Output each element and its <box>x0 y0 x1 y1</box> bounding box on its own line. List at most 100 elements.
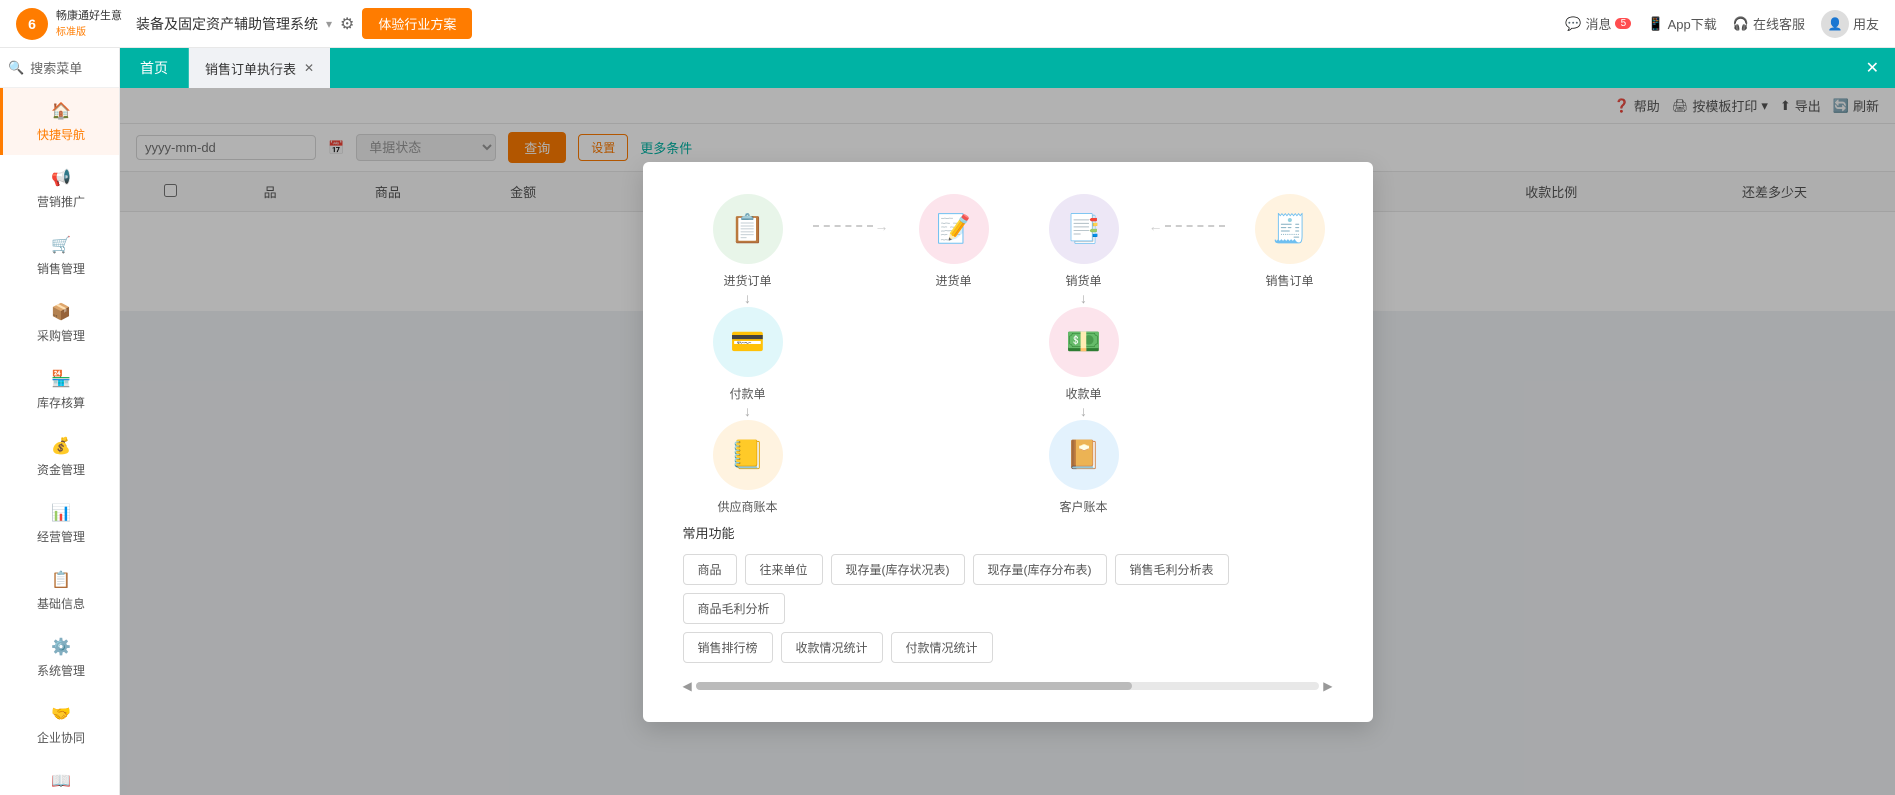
sidebar-item-newbie[interactable]: 📖 新手引导 <box>0 758 119 795</box>
sidebar-label-basic-info: 基础信息 <box>37 595 85 612</box>
payment-circle: 💳 <box>713 307 783 377</box>
flow-node-receipt[interactable]: 💵 收款单 <box>1019 307 1149 402</box>
message-label: 消息 <box>1585 14 1611 33</box>
sidebar-item-quick-nav[interactable]: 🏠 快捷导航 <box>0 88 119 155</box>
supplier-circle: 📒 <box>713 420 783 490</box>
sidebar-item-inventory[interactable]: 🏪 库存核算 <box>0 356 119 423</box>
func-btn-contacts[interactable]: 往来单位 <box>745 554 823 585</box>
sidebar-item-basic-info[interactable]: 📋 基础信息 <box>0 557 119 624</box>
sidebar-item-operations[interactable]: 📊 经营管理 <box>0 490 119 557</box>
user-item[interactable]: 👤 用友 <box>1821 10 1879 38</box>
arrow-down-supplier: ↓ <box>744 402 751 420</box>
func-btn-receipt-stats[interactable]: 收款情况统计 <box>781 632 883 663</box>
sidebar-label-enterprise: 企业协同 <box>37 729 85 746</box>
scroll-left-arrow[interactable]: ◀ <box>683 679 692 693</box>
sidebar: 🔍 搜索菜单 🏠 快捷导航 📢 营销推广 🛒 销售管理 📦 采购管理 🏪 库存核… <box>0 48 120 795</box>
app-label: App下载 <box>1668 14 1717 33</box>
sales-order-circle: 🧾 <box>1255 194 1325 264</box>
operations-icon: 📊 <box>50 502 72 524</box>
modal-scrollbar: ◀ ▶ <box>683 679 1333 693</box>
func-btn-stock-status[interactable]: 现存量(库存状况表) <box>831 554 965 585</box>
sidebar-search[interactable]: 🔍 搜索菜单 <box>0 48 119 88</box>
main-layout: 🔍 搜索菜单 🏠 快捷导航 📢 营销推广 🛒 销售管理 📦 采购管理 🏪 库存核… <box>0 48 1895 795</box>
flow-node-sales-bill[interactable]: 📑 销货单 <box>1019 194 1149 289</box>
avatar: 👤 <box>1821 10 1849 38</box>
marketing-icon: 📢 <box>50 167 72 189</box>
tab-sales-label: 销售订单执行表 <box>205 59 296 78</box>
flow-node-supplier[interactable]: 📒 供应商账本 <box>683 420 813 515</box>
func-buttons-row1: 商品 往来单位 现存量(库存状况表) 现存量(库存分布表) 销售毛利分析表 商品… <box>683 554 1333 624</box>
message-badge: 5 <box>1615 18 1631 29</box>
inner-content: ❓ 帮助 🖨 按模板打印 ▾ ⬆ 导出 🔄 刷新 <box>120 88 1895 795</box>
supplier-label: 供应商账本 <box>717 498 777 515</box>
func-btn-payment-stats[interactable]: 付款情况统计 <box>891 632 993 663</box>
tab-close-icon[interactable]: ✕ <box>304 61 314 75</box>
flow-node-purchase-order[interactable]: 📋 进货订单 <box>683 194 813 289</box>
sidebar-item-sales[interactable]: 🛒 销售管理 <box>0 222 119 289</box>
sidebar-item-finance[interactable]: 💰 资金管理 <box>0 423 119 490</box>
trial-button[interactable]: 体验行业方案 <box>362 8 472 39</box>
system-title: 装备及固定资产辅助管理系统 ▾ ⚙ 体验行业方案 <box>136 8 1565 39</box>
receipt-label: 收款单 <box>1065 385 1101 402</box>
arrow-down-payment: ↓ <box>744 289 751 307</box>
sidebar-item-system[interactable]: ⚙️ 系统管理 <box>0 624 119 691</box>
settings-icon[interactable]: ⚙ <box>340 14 354 34</box>
func-btn-sales-margin[interactable]: 销售毛利分析表 <box>1115 554 1229 585</box>
tab-sales-order-execution[interactable]: 销售订单执行表 ✕ <box>189 48 330 88</box>
customer-circle: 📔 <box>1049 420 1119 490</box>
func-buttons-row2: 销售排行榜 收款情况统计 付款情况统计 <box>683 632 1333 663</box>
message-item[interactable]: 💬 消息 5 <box>1565 14 1631 33</box>
logo-area: 6 畅康通好生意 标准版 <box>16 8 136 40</box>
sidebar-label-marketing: 营销推广 <box>37 193 85 210</box>
close-all-tabs-button[interactable]: ✕ <box>1850 58 1895 78</box>
sidebar-label-inventory: 库存核算 <box>37 394 85 411</box>
sidebar-item-enterprise[interactable]: 🤝 企业协同 <box>0 691 119 758</box>
sales-icon: 🛒 <box>50 234 72 256</box>
flow-node-customer[interactable]: 📔 客户账本 <box>1019 420 1149 515</box>
tab-home[interactable]: 首页 <box>120 48 189 88</box>
inventory-icon: 🏪 <box>50 368 72 390</box>
purchase-order-circle: 📋 <box>713 194 783 264</box>
search-label: 搜索菜单 <box>30 58 82 77</box>
arrow-down-receipt: ↓ <box>1080 289 1087 307</box>
sidebar-label-system: 系统管理 <box>37 662 85 679</box>
quick-nav-icon: 🏠 <box>50 100 72 122</box>
app-download-item[interactable]: 📱 App下载 <box>1647 14 1716 33</box>
quick-nav-modal: 📋 进货订单 ↓ 💳 付款单 ↓ <box>643 162 1373 722</box>
message-icon: 💬 <box>1565 16 1581 32</box>
sidebar-item-marketing[interactable]: 📢 营销推广 <box>0 155 119 222</box>
search-icon: 🔍 <box>8 60 24 76</box>
basic-info-icon: 📋 <box>50 569 72 591</box>
system-dropdown-icon[interactable]: ▾ <box>326 17 332 31</box>
sales-bill-label: 销货单 <box>1065 272 1101 289</box>
header-right: 💬 消息 5 📱 App下载 🎧 在线客服 👤 用友 <box>1565 10 1879 38</box>
payment-label: 付款单 <box>729 385 765 402</box>
flow-node-sales-order[interactable]: 🧾 销售订单 <box>1225 194 1355 289</box>
sidebar-item-purchase[interactable]: 📦 采购管理 <box>0 289 119 356</box>
enterprise-icon: 🤝 <box>50 703 72 725</box>
modal-overlay: 📋 进货订单 ↓ 💳 付款单 ↓ <box>120 88 1895 795</box>
logo-text: 畅康通好生意 <box>56 9 122 23</box>
top-header: 6 畅康通好生意 标准版 装备及固定资产辅助管理系统 ▾ ⚙ 体验行业方案 💬 … <box>0 0 1895 48</box>
flow-node-purchase-bill[interactable]: 📝 进货单 <box>889 194 1019 289</box>
func-btn-sales-rank[interactable]: 销售排行榜 <box>683 632 773 663</box>
service-icon: 🎧 <box>1733 16 1749 32</box>
finance-icon: 💰 <box>50 435 72 457</box>
newbie-icon: 📖 <box>50 770 72 792</box>
common-title: 常用功能 <box>683 523 1333 542</box>
func-btn-stock-dist[interactable]: 现存量(库存分布表) <box>973 554 1107 585</box>
sales-bill-circle: 📑 <box>1049 194 1119 264</box>
common-functions: 常用功能 商品 往来单位 现存量(库存状况表) 现存量(库存分布表) 销售毛利分… <box>683 523 1333 663</box>
flow-node-payment[interactable]: 💳 付款单 <box>683 307 813 402</box>
func-btn-goods[interactable]: 商品 <box>683 554 737 585</box>
logo-sub: 标准版 <box>56 23 122 38</box>
func-btn-goods-margin[interactable]: 商品毛利分析 <box>683 593 785 624</box>
scroll-thumb <box>696 682 1132 690</box>
purchase-icon: 📦 <box>50 301 72 323</box>
system-icon: ⚙️ <box>50 636 72 658</box>
scroll-track[interactable] <box>696 682 1320 690</box>
purchase-order-label: 进货订单 <box>723 272 771 289</box>
scroll-right-arrow[interactable]: ▶ <box>1323 679 1332 693</box>
service-item[interactable]: 🎧 在线客服 <box>1733 14 1805 33</box>
arrow-down-customer: ↓ <box>1080 402 1087 420</box>
